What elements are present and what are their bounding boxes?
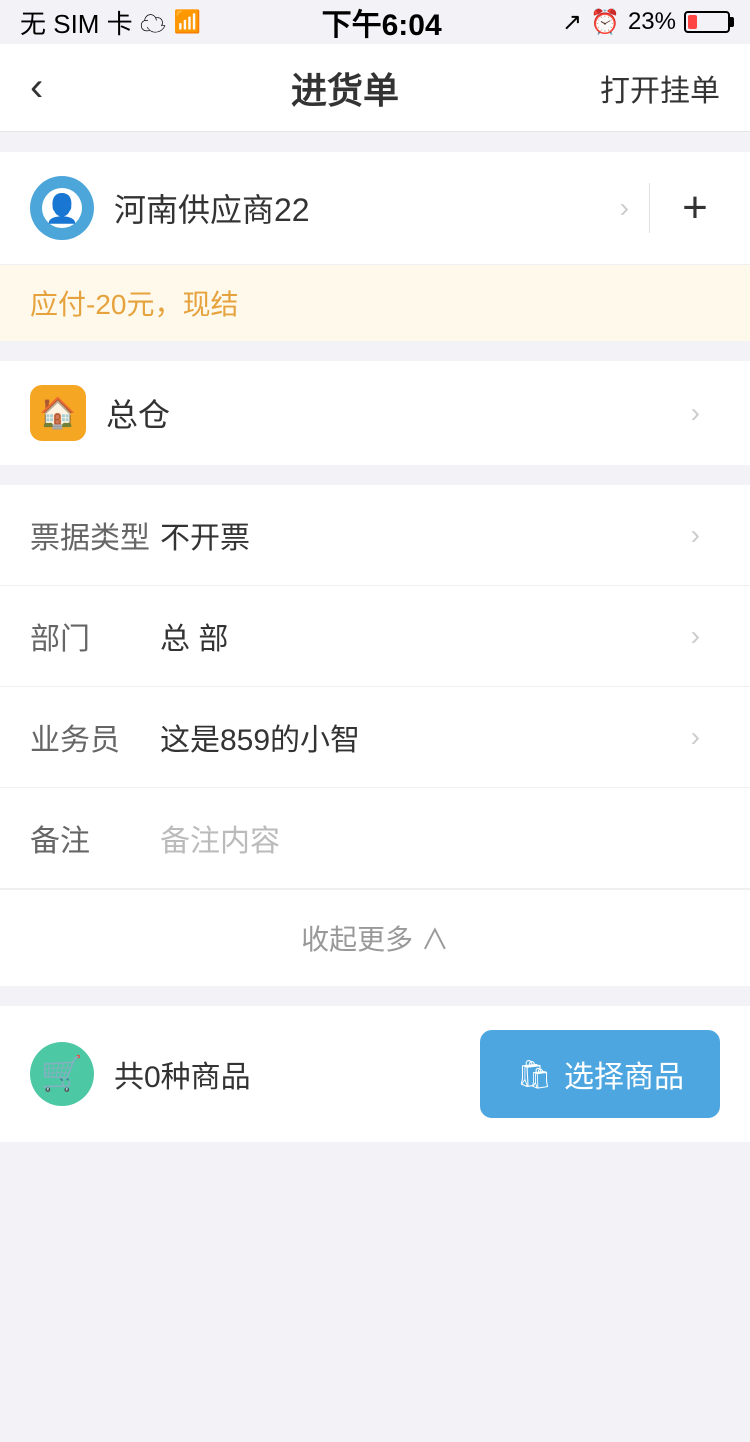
add-supplier-button[interactable]: + [670, 183, 720, 233]
department-row[interactable]: 部门 总 部 › [0, 586, 750, 687]
select-product-icon: 🛍 [516, 1058, 552, 1091]
battery-icon [684, 11, 730, 33]
select-product-button[interactable]: 🛍 选择商品 [480, 1030, 720, 1118]
status-left: 无 SIM 卡 ☁ 📶 [20, 4, 201, 41]
invoice-label: 票据类型 [30, 513, 160, 557]
status-right: ↗ ⏰ 23% [562, 8, 730, 37]
page-title: 进货单 [291, 62, 399, 114]
chevron-right-icon: › [620, 192, 629, 224]
remark-row[interactable]: 备注 备注内容 [0, 788, 750, 889]
user-icon: 👤 [42, 188, 82, 228]
warehouse-section: 🏠 总仓 › [0, 361, 750, 465]
location-icon: ↗ [562, 8, 582, 37]
wifi-icon: 📶 [174, 9, 201, 35]
status-bar: 无 SIM 卡 ☁ 📶 下午6:04 ↗ ⏰ 23% [0, 0, 750, 44]
product-bar: 🛒 共0种商品 🛍 选择商品 [0, 1006, 750, 1142]
form-section: 票据类型 不开票 › 部门 总 部 › 业务员 这是859的小智 › 备注 备注… [0, 485, 750, 986]
product-count: 共0种商品 [114, 1052, 460, 1096]
section-gap-1 [0, 132, 750, 152]
product-icon: 🛒 [30, 1042, 94, 1106]
alarm-icon: ⏰ [590, 8, 620, 37]
open-pending-button[interactable]: 打开挂单 [600, 66, 720, 110]
notice-banner: 应付-20元，现结 [0, 265, 750, 341]
select-product-label: 选择商品 [564, 1052, 684, 1096]
battery-percent: 23% [628, 8, 676, 36]
remark-input[interactable]: 备注内容 [160, 816, 720, 860]
salesman-value: 这是859的小智 [160, 715, 691, 759]
remark-label: 备注 [30, 816, 160, 860]
salesman-chevron-icon: › [691, 721, 700, 753]
warehouse-icon: 🏠 [30, 385, 86, 441]
status-time: 下午6:04 [322, 0, 442, 44]
footer-area [0, 1142, 750, 1442]
avatar: 👤 [30, 176, 94, 240]
warehouse-row[interactable]: 🏠 总仓 › [0, 361, 750, 465]
supplier-name: 河南供应商22 [114, 185, 620, 231]
collapse-button[interactable]: 收起更多 ∧ [0, 889, 750, 986]
invoice-chevron-icon: › [691, 519, 700, 551]
sim-label: 无 SIM 卡 ☁ [20, 4, 166, 41]
salesman-row[interactable]: 业务员 这是859的小智 › [0, 687, 750, 788]
invoice-row[interactable]: 票据类型 不开票 › [0, 485, 750, 586]
supplier-row[interactable]: 👤 河南供应商22 › + [0, 152, 750, 265]
department-chevron-icon: › [691, 620, 700, 652]
invoice-value: 不开票 [160, 513, 691, 557]
divider [649, 183, 650, 233]
warehouse-name: 总仓 [106, 390, 691, 436]
department-label: 部门 [30, 614, 160, 658]
supplier-section: 👤 河南供应商22 › + 应付-20元，现结 [0, 152, 750, 341]
salesman-label: 业务员 [30, 715, 160, 759]
nav-bar: ‹ 进货单 打开挂单 [0, 44, 750, 132]
back-button[interactable]: ‹ [30, 65, 90, 110]
department-value: 总 部 [160, 614, 691, 658]
warehouse-chevron-icon: › [691, 397, 700, 429]
battery-fill [688, 15, 697, 29]
